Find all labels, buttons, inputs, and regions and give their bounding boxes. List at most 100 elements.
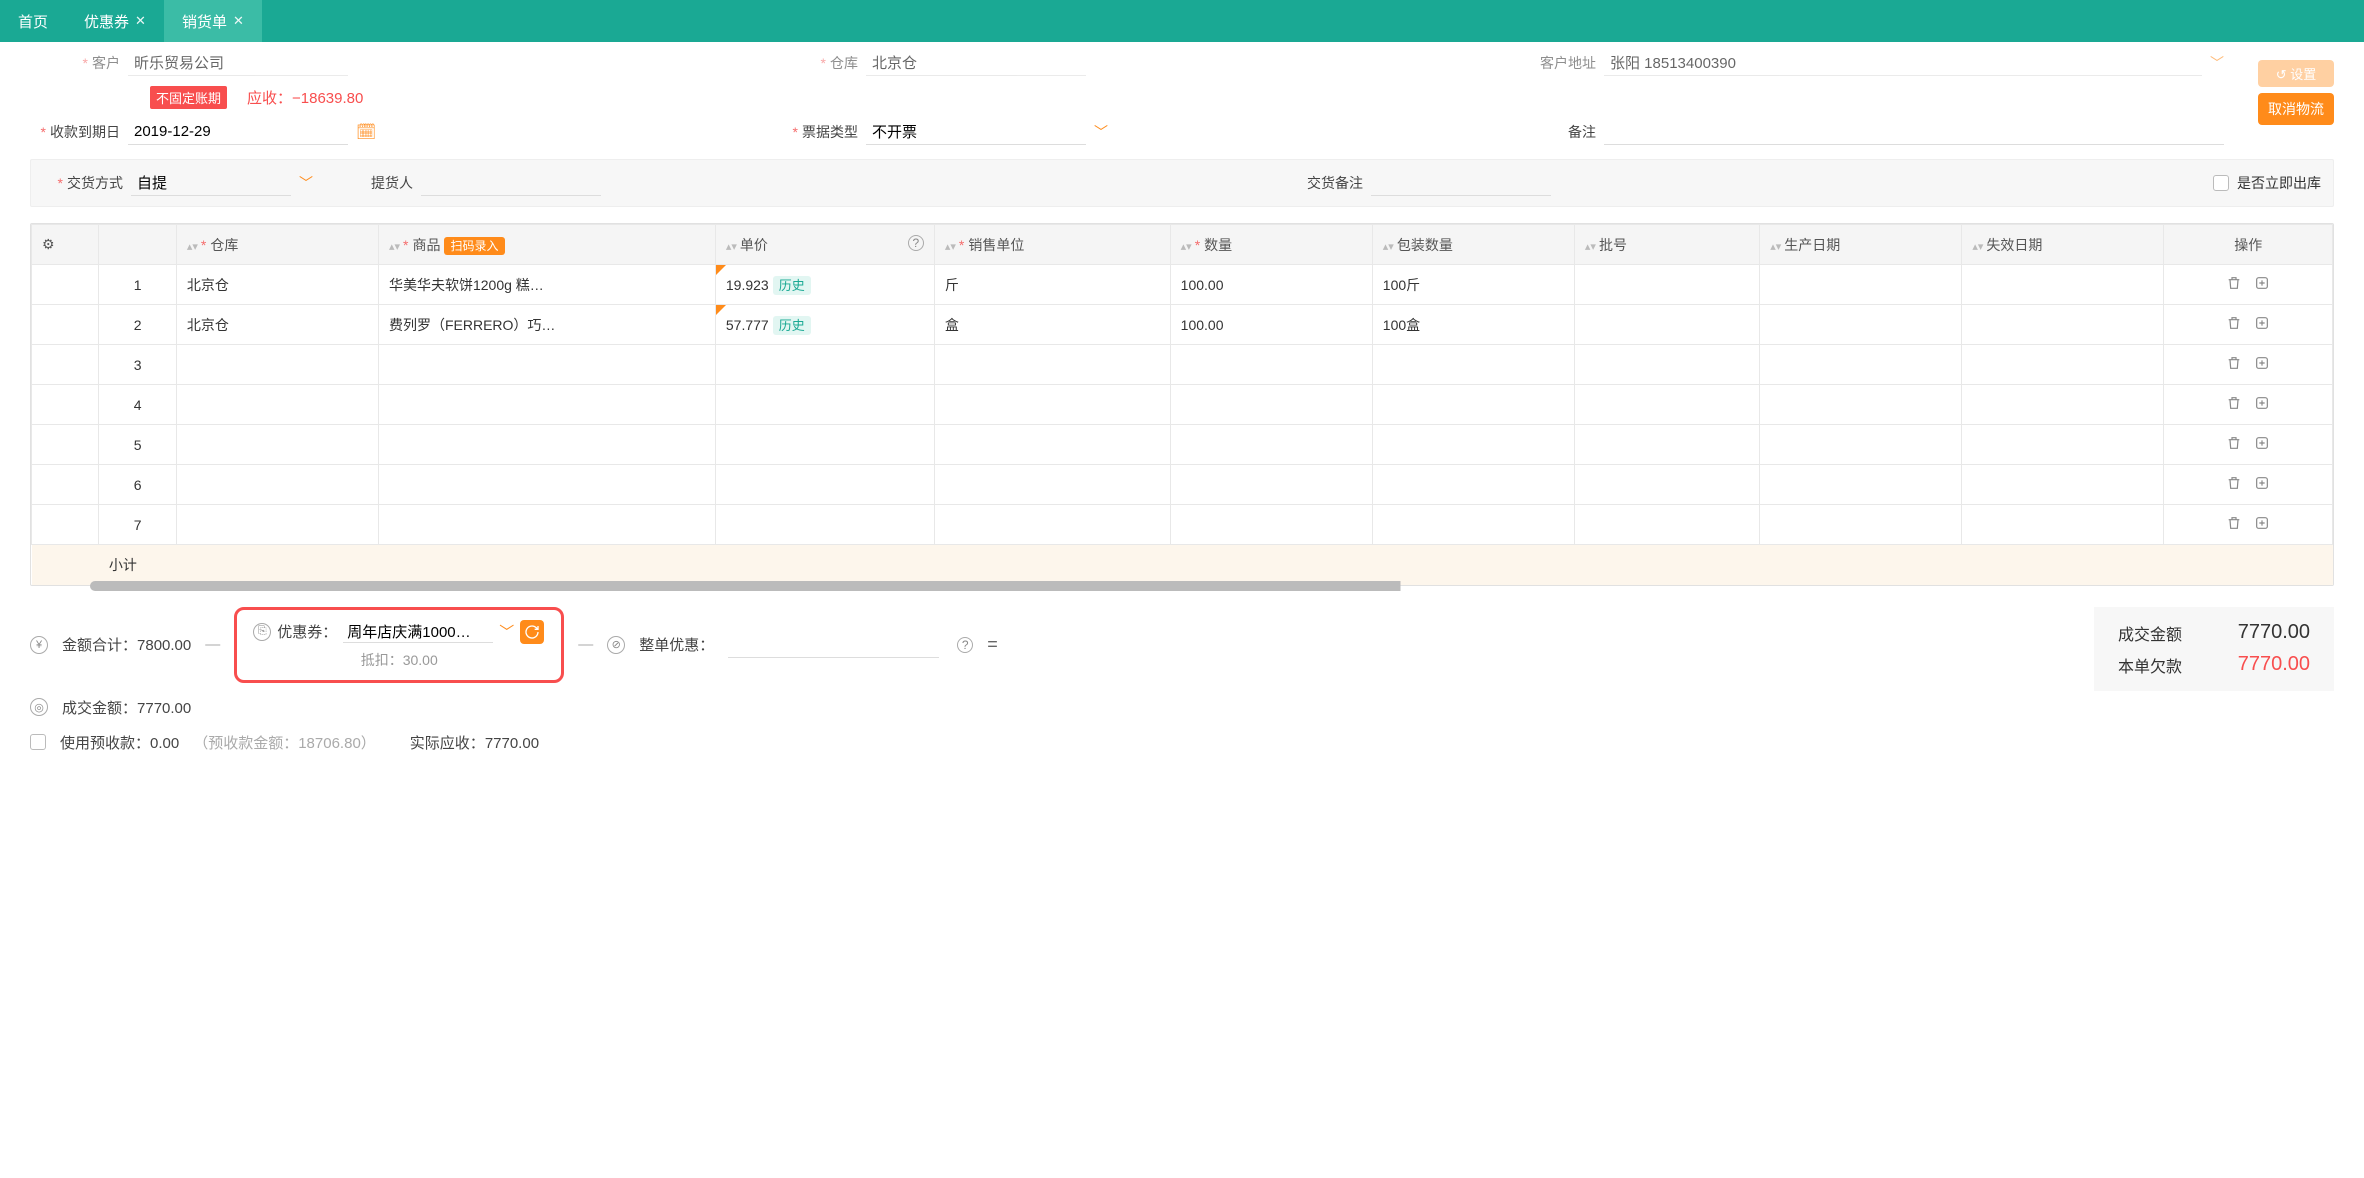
coupon-deduct-label: 抵扣：	[361, 652, 403, 668]
scan-entry-badge[interactable]: 扫码录入	[444, 237, 504, 255]
sort-icon[interactable]: ▴▾	[1585, 244, 1596, 250]
order-discount-field[interactable]	[728, 632, 939, 658]
col-product[interactable]: 商品	[412, 237, 440, 253]
sort-icon[interactable]: ▴▾	[726, 244, 737, 250]
cancel-logistics-button[interactable]: 取消物流	[2258, 93, 2334, 125]
sort-icon[interactable]: ▴▾	[389, 244, 400, 250]
nonfixed-period-badge: 不固定账期	[150, 86, 227, 109]
due-date-field[interactable]	[128, 119, 348, 145]
table-row[interactable]: 7	[32, 505, 2333, 545]
label-customer-address: 客户地址	[1506, 53, 1596, 73]
delete-icon[interactable]	[2226, 395, 2242, 411]
table-row[interactable]: 3	[32, 345, 2333, 385]
coupon-select[interactable]	[343, 621, 493, 643]
required-icon: *	[58, 175, 63, 191]
label-immediate-out: 是否立即出库	[2237, 173, 2321, 193]
col-price[interactable]: 单价	[740, 237, 768, 253]
customer-address-field[interactable]	[1604, 50, 2202, 76]
help-icon[interactable]: ?	[908, 235, 924, 251]
actual-recv-label: 实际应收：	[410, 735, 485, 752]
delete-icon[interactable]	[2226, 355, 2242, 371]
warehouse-field[interactable]	[866, 50, 1086, 76]
coupon-highlight-box: ⎘ 优惠券： ﹀ 抵扣：30.00	[234, 607, 564, 683]
sort-icon[interactable]: ▴▾	[945, 244, 956, 250]
delete-icon[interactable]	[2226, 275, 2242, 291]
delete-icon[interactable]	[2226, 315, 2242, 331]
label-delivery-method: 交货方式	[67, 173, 123, 193]
col-warehouse[interactable]: 仓库	[210, 237, 238, 253]
required-icon: *	[793, 124, 798, 140]
label-delivery-remark: 交货备注	[1283, 173, 1363, 193]
sort-icon[interactable]: ▴▾	[1972, 244, 1983, 250]
sort-icon[interactable]: ▴▾	[1181, 244, 1192, 250]
label-picker: 提货人	[353, 173, 413, 193]
label-remark: 备注	[1506, 122, 1596, 142]
chevron-down-icon[interactable]: ﹀	[1094, 122, 1108, 142]
tab-coupon[interactable]: 优惠券✕	[66, 0, 164, 42]
help-icon[interactable]: ?	[957, 637, 973, 653]
label-customer: 客户	[92, 53, 120, 73]
picker-field[interactable]	[421, 170, 601, 196]
table-row[interactable]: 1 北京仓 华美华夫软饼1200g 糕… 19.923历史 斤 100.00 1…	[32, 265, 2333, 305]
chevron-down-icon[interactable]: ﹀	[499, 621, 514, 642]
chevron-down-icon[interactable]: ﹀	[299, 173, 313, 193]
col-sale-unit[interactable]: 销售单位	[968, 237, 1024, 253]
add-row-icon[interactable]	[2254, 515, 2270, 531]
use-prepay-checkbox[interactable]	[30, 734, 46, 750]
table-row[interactable]: 5	[32, 425, 2333, 465]
prepay-balance: （预收款金额：18706.80）	[193, 732, 376, 753]
refresh-coupon-button[interactable]	[520, 620, 544, 644]
add-row-icon[interactable]	[2254, 435, 2270, 451]
col-qty[interactable]: 数量	[1204, 237, 1232, 253]
amount-total-label: 金额合计：	[62, 637, 137, 654]
order-discount-label: 整单优惠：	[639, 634, 714, 655]
delete-icon[interactable]	[2226, 475, 2242, 491]
delivery-method-field[interactable]	[131, 170, 291, 196]
chevron-down-icon[interactable]: ﹀	[2210, 53, 2224, 73]
close-icon[interactable]: ✕	[233, 13, 244, 29]
sort-icon[interactable]: ▴▾	[1770, 244, 1781, 250]
coupon-label: 优惠券：	[277, 621, 337, 642]
deal-amount-label: 成交金额：	[62, 700, 137, 717]
summary-deal-value: 7770.00	[2238, 621, 2310, 645]
add-row-icon[interactable]	[2254, 275, 2270, 291]
col-pkg-qty[interactable]: 包装数量	[1397, 237, 1453, 253]
deal-icon: ◎	[30, 698, 48, 716]
close-icon[interactable]: ✕	[135, 13, 146, 29]
amount-total-value: 7800.00	[137, 637, 191, 654]
gear-icon[interactable]: ⚙	[42, 236, 55, 252]
delete-icon[interactable]	[2226, 435, 2242, 451]
subtotal-label: 小计	[109, 557, 137, 573]
add-row-icon[interactable]	[2254, 395, 2270, 411]
label-due-date: 收款到期日	[50, 122, 120, 142]
tab-home[interactable]: 首页	[0, 0, 66, 42]
label-bill-type: 票据类型	[802, 122, 858, 142]
tab-sales-order[interactable]: 销货单✕	[164, 0, 262, 42]
add-row-icon[interactable]	[2254, 355, 2270, 371]
table-row[interactable]: 4	[32, 385, 2333, 425]
customer-field[interactable]	[128, 50, 348, 76]
equals-icon: =	[987, 634, 998, 655]
sort-icon[interactable]: ▴▾	[1383, 244, 1394, 250]
col-exp-date[interactable]: 失效日期	[1986, 237, 2042, 253]
summary-deal-label: 成交金额	[2118, 621, 2182, 645]
receivable-text: 应收：−18639.80	[247, 87, 363, 108]
col-op: 操作	[2164, 225, 2333, 265]
delivery-remark-field[interactable]	[1371, 170, 1551, 196]
coupon-deduct-value: 30.00	[403, 652, 438, 668]
delete-icon[interactable]	[2226, 515, 2242, 531]
horizontal-scrollbar[interactable]	[90, 581, 2274, 591]
calendar-icon[interactable]: 🗓	[356, 122, 376, 142]
summary-owed-label: 本单欠款	[2118, 653, 2182, 677]
immediate-out-checkbox[interactable]	[2213, 175, 2229, 191]
col-batch[interactable]: 批号	[1599, 237, 1627, 253]
sort-icon[interactable]: ▴▾	[187, 244, 198, 250]
delivery-bar: *交货方式 ﹀ 提货人 交货备注 是否立即出库	[30, 159, 2334, 207]
table-row[interactable]: 2 北京仓 费列罗（FERRERO）巧… 57.777历史 盒 100.00 1…	[32, 305, 2333, 345]
add-row-icon[interactable]	[2254, 315, 2270, 331]
remark-field[interactable]	[1604, 119, 2224, 145]
add-row-icon[interactable]	[2254, 475, 2270, 491]
table-row[interactable]: 6	[32, 465, 2333, 505]
col-prod-date[interactable]: 生产日期	[1784, 237, 1840, 253]
bill-type-field[interactable]	[866, 119, 1086, 145]
